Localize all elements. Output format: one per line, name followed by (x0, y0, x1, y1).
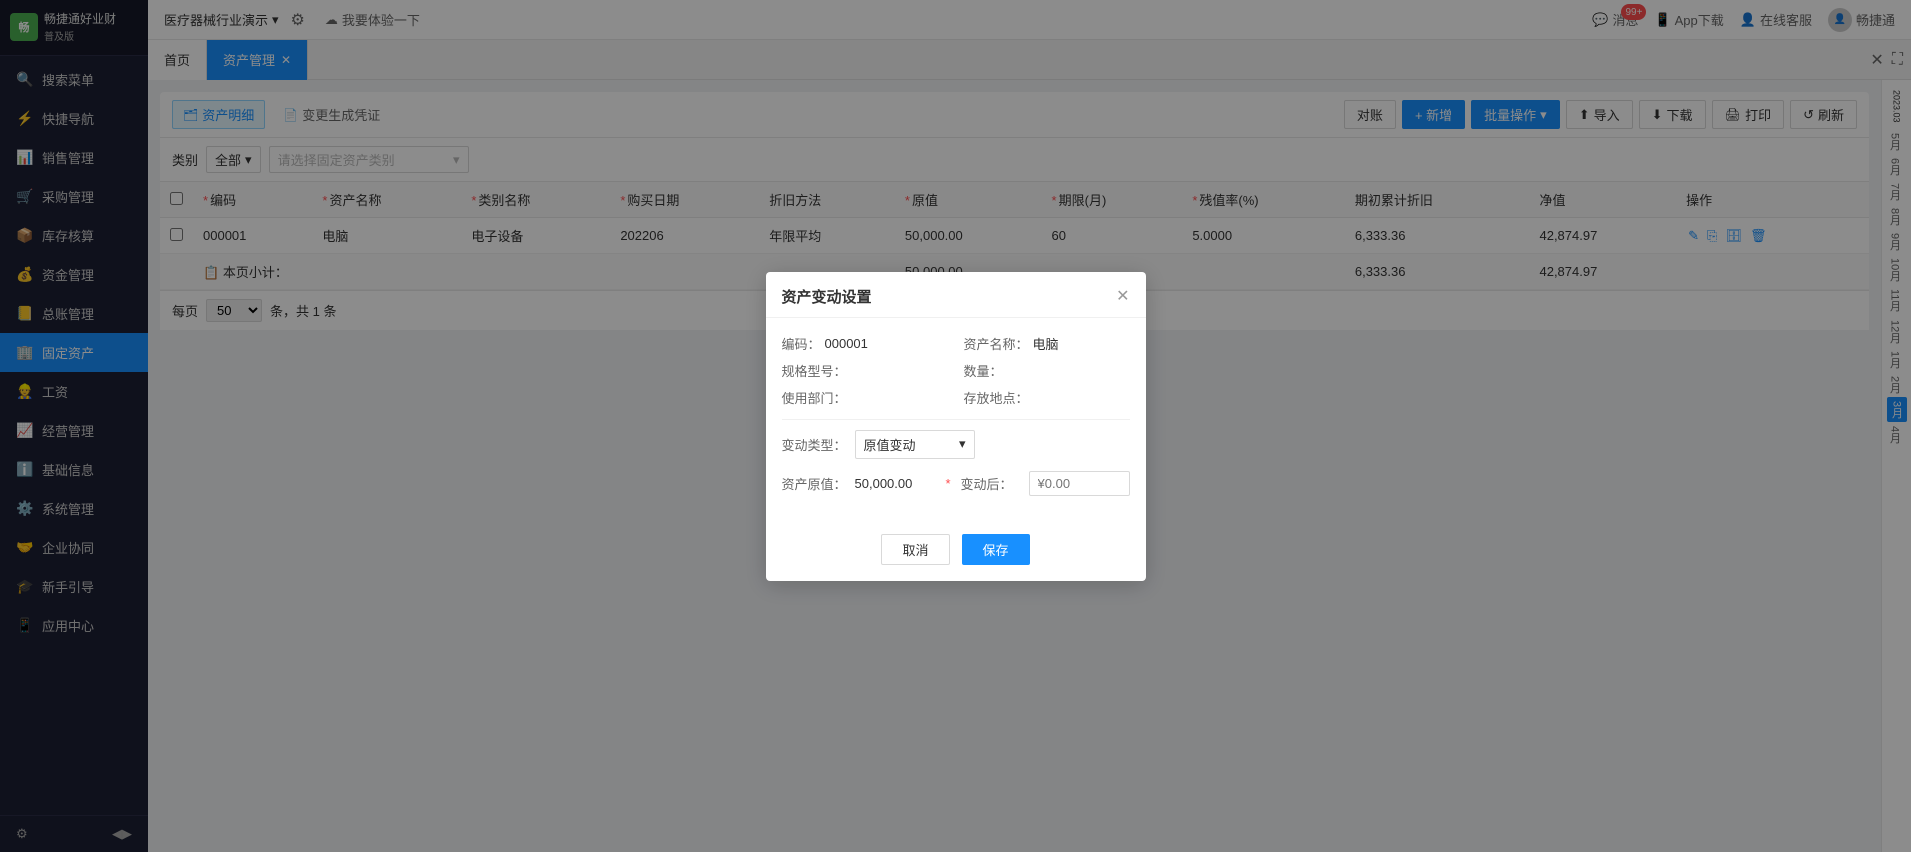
change-type-field: 变动类型： 原值变动 ▾ (782, 430, 1130, 459)
modal-quantity: 数量： (964, 361, 1130, 380)
modal-footer: 取消 保存 (766, 524, 1146, 581)
modal-title: 资产变动设置 (782, 286, 872, 307)
modal-spec: 规格型号： (782, 361, 948, 380)
original-value-field: 资产原值： 50,000.00 * 变动后： (782, 471, 1130, 496)
modal-info-grid: 编码： 000001 资产名称： 电脑 规格型号： 数量： 使用部门： (782, 334, 1130, 407)
modal-location: 存放地点： (964, 388, 1130, 407)
modal-body: 编码： 000001 资产名称： 电脑 规格型号： 数量： 使用部门： (766, 318, 1146, 524)
modal-overlay[interactable]: 资产变动设置 ✕ 编码： 000001 资产名称： 电脑 规格型号： 数量： (0, 0, 1911, 852)
modal-dept: 使用部门： (782, 388, 948, 407)
save-button[interactable]: 保存 (962, 534, 1030, 565)
modal-divider (782, 419, 1130, 420)
original-value-display: 50,000.00 (855, 472, 938, 495)
change-type-select[interactable]: 原值变动 ▾ (855, 430, 975, 459)
cancel-button[interactable]: 取消 (881, 534, 949, 565)
modal-header: 资产变动设置 ✕ (766, 272, 1146, 318)
modal-code: 编码： 000001 (782, 334, 948, 353)
asset-change-modal: 资产变动设置 ✕ 编码： 000001 资产名称： 电脑 规格型号： 数量： (766, 272, 1146, 581)
after-change-input[interactable] (1029, 471, 1130, 496)
change-type-dropdown-icon: ▾ (959, 436, 966, 452)
modal-close-button[interactable]: ✕ (1116, 286, 1129, 306)
modal-asset-name: 资产名称： 电脑 (964, 334, 1130, 353)
